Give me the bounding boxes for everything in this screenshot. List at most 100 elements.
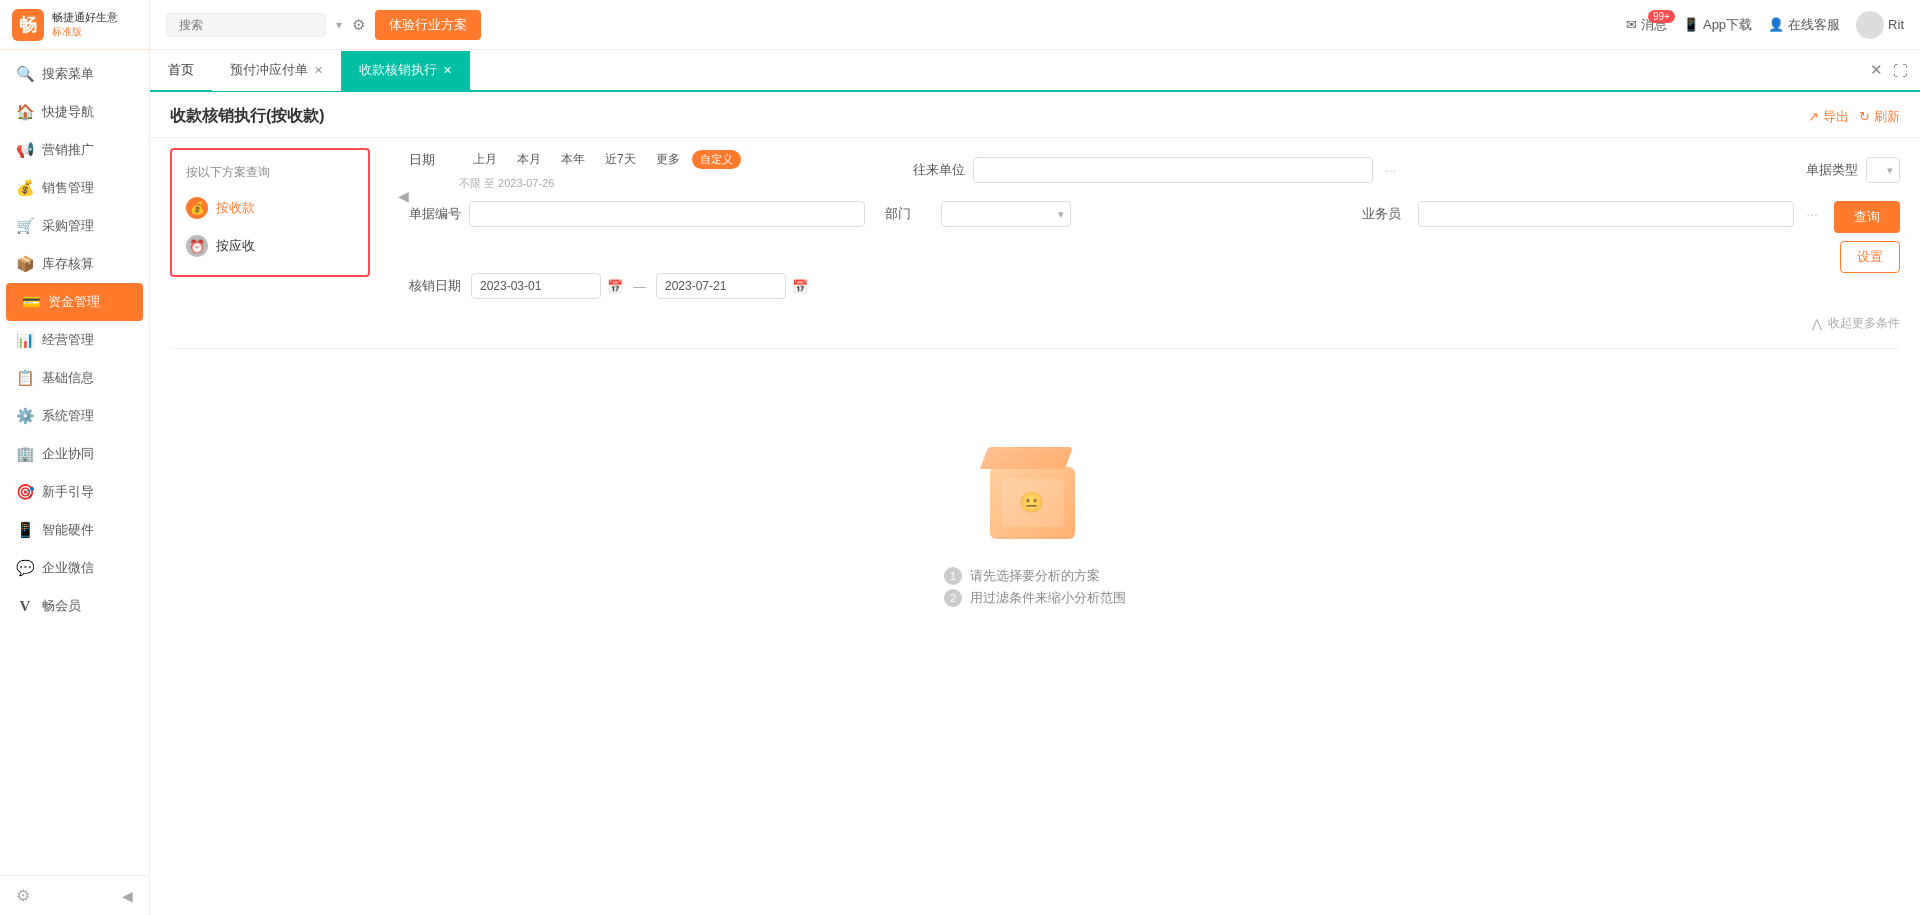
- settings-icon[interactable]: ⚙: [352, 16, 365, 34]
- close-icon[interactable]: ✕: [443, 64, 452, 77]
- sidebar-logo: 畅 畅捷通好生意 标准版: [0, 0, 149, 50]
- logo-title: 畅捷通好生意: [52, 10, 118, 25]
- tab-prepay[interactable]: 预付冲应付单 ✕: [212, 51, 341, 91]
- sidebar-item-inventory[interactable]: 📦 库存核算: [0, 245, 149, 283]
- member-icon: V: [16, 598, 34, 615]
- download-icon: 📱: [1683, 17, 1699, 32]
- counterparty-dots-icon[interactable]: ···: [1385, 162, 1397, 178]
- home-icon: 🏠: [16, 103, 34, 121]
- sidebar-item-wechat[interactable]: 💬 企业微信: [0, 549, 149, 587]
- page-title: 收款核销执行(按收款): [170, 106, 325, 127]
- filter-sidebar-title: 按以下方案查询: [172, 160, 368, 189]
- counterparty-input[interactable]: [973, 157, 1373, 183]
- empty-illustration: 😐: [970, 429, 1100, 539]
- collapse-sidebar-icon[interactable]: ◀: [122, 888, 133, 904]
- export-button[interactable]: ↗ 导出: [1808, 108, 1849, 126]
- sidebar-item-purchase[interactable]: 🛒 采购管理: [0, 207, 149, 245]
- verify-date-label: 核销日期: [409, 277, 461, 295]
- date-btn-this-year[interactable]: 本年: [553, 148, 593, 171]
- sidebar-item-search[interactable]: 🔍 搜索菜单: [0, 55, 149, 93]
- header-search-input[interactable]: [166, 13, 326, 37]
- salesperson-dots-icon[interactable]: ···: [1806, 206, 1818, 222]
- user-name: Rit: [1888, 17, 1904, 32]
- maximize-tab-button[interactable]: ⛶: [1893, 62, 1908, 79]
- sidebar-item-quick-nav[interactable]: 🏠 快捷导航: [0, 93, 149, 131]
- online-service-button[interactable]: 👤 在线客服: [1768, 16, 1840, 34]
- close-icon[interactable]: ✕: [314, 64, 323, 77]
- salesperson-input[interactable]: [1418, 201, 1795, 227]
- close-tab-button[interactable]: ✕: [1870, 61, 1883, 79]
- basic-icon: 📋: [16, 369, 34, 387]
- doc-number-input[interactable]: [469, 201, 865, 227]
- department-select[interactable]: [941, 201, 1071, 227]
- page-inner: 收款核销执行(按收款) ↗ 导出 ↻ 刷新 按以下方案: [150, 92, 1920, 915]
- sidebar-item-guide[interactable]: 🎯 新手引导: [0, 473, 149, 511]
- salesperson-label: 业务员: [1362, 205, 1410, 223]
- verify-start-input[interactable]: [471, 273, 601, 299]
- page-content: 收款核销执行(按收款) ↗ 导出 ↻ 刷新 按以下方案: [150, 92, 1920, 915]
- header-right: ✉ 消息 99+ 📱 App下载 👤 在线客服 Rit: [1626, 11, 1904, 39]
- refresh-button[interactable]: ↻ 刷新: [1859, 108, 1900, 126]
- box-face: 😐: [1006, 483, 1056, 521]
- filter-collapse-button[interactable]: ◀: [398, 188, 409, 204]
- app-download-button[interactable]: 📱 App下载: [1683, 16, 1752, 34]
- date-btn-more[interactable]: 更多: [648, 148, 688, 171]
- empty-state: 😐 1 请先选择要分析的方案 2 用过滤条件来缩小分析范围: [150, 349, 1920, 667]
- sidebar-item-label: 系统管理: [42, 407, 94, 425]
- logo-subtitle: 标准版: [52, 25, 118, 39]
- sidebar-item-hardware[interactable]: 📱 智能硬件: [0, 511, 149, 549]
- service-icon: 👤: [1768, 17, 1784, 32]
- sidebar-item-business[interactable]: 📊 经营管理: [0, 321, 149, 359]
- hardware-icon: 📱: [16, 521, 34, 539]
- doc-type-label: 单据类型: [1806, 161, 1858, 179]
- date-btn-last-month[interactable]: 上月: [465, 148, 505, 171]
- date-label: 日期: [409, 151, 457, 169]
- sidebar-item-basic-info[interactable]: 📋 基础信息: [0, 359, 149, 397]
- filter-option-by-collection[interactable]: 💰 按收款: [172, 189, 368, 227]
- empty-line-2: 2 用过滤条件来缩小分析范围: [944, 589, 1126, 607]
- sidebar-item-finance[interactable]: 💳 资金管理: [6, 283, 143, 321]
- page-header: 收款核销执行(按收款) ↗ 导出 ↻ 刷新: [150, 92, 1920, 138]
- user-profile[interactable]: Rit: [1856, 11, 1904, 39]
- purchase-icon: 🛒: [16, 217, 34, 235]
- sidebar-item-label: 搜索菜单: [42, 65, 94, 83]
- tab-home-label: 首页: [168, 61, 194, 79]
- collapse-label: 收起更多条件: [1828, 315, 1900, 332]
- department-select-wrapper: [941, 201, 1071, 227]
- query-button[interactable]: 查询: [1834, 201, 1900, 233]
- sidebar-item-label: 营销推广: [42, 141, 94, 159]
- sidebar-menu: 🔍 搜索菜单 🏠 快捷导航 📢 营销推广 💰 销售管理 🛒 采购管理 📦 库存核…: [0, 50, 149, 875]
- notification-button[interactable]: ✉ 消息 99+: [1626, 16, 1667, 34]
- settings-button[interactable]: 设置: [1840, 241, 1900, 273]
- doc-number-field: 单据编号: [409, 201, 865, 227]
- refresh-icon: ↻: [1859, 109, 1870, 124]
- sidebar-item-sales[interactable]: 💰 销售管理: [0, 169, 149, 207]
- date-btn-custom[interactable]: 自定义: [692, 150, 741, 169]
- sidebar-item-marketing[interactable]: 📢 营销推广: [0, 131, 149, 169]
- department-label: 部门: [885, 205, 933, 223]
- sales-icon: 💰: [16, 179, 34, 197]
- filter-area: 按以下方案查询 💰 按收款 ⏰ 按应收 ◀: [150, 138, 1920, 348]
- tab-collection[interactable]: 收款核销执行 ✕: [341, 51, 470, 91]
- tab-bar-actions: ✕ ⛶: [1870, 61, 1920, 79]
- verify-end-input[interactable]: [656, 273, 786, 299]
- industry-solution-button[interactable]: 体验行业方案: [375, 10, 481, 40]
- sidebar-item-system[interactable]: ⚙️ 系统管理: [0, 397, 149, 435]
- calendar-start-icon[interactable]: 📅: [607, 279, 623, 294]
- sidebar-item-label: 基础信息: [42, 369, 94, 387]
- step-2-number: 2: [944, 589, 962, 607]
- query-settings-col: 查询 设置: [1834, 201, 1900, 273]
- doc-type-select[interactable]: [1866, 157, 1900, 183]
- date-btn-7days[interactable]: 近7天: [597, 148, 644, 171]
- date-btn-this-month[interactable]: 本月: [509, 148, 549, 171]
- sidebar-item-enterprise[interactable]: 🏢 企业协同: [0, 435, 149, 473]
- settings-footer-icon[interactable]: ⚙: [16, 886, 30, 905]
- collapse-more-button[interactable]: ⋀ 收起更多条件: [409, 309, 1900, 338]
- calendar-end-icon[interactable]: 📅: [792, 279, 808, 294]
- tab-home[interactable]: 首页: [150, 51, 212, 91]
- sidebar-item-member[interactable]: V 畅会员: [0, 587, 149, 625]
- sidebar-item-label: 库存核算: [42, 255, 94, 273]
- sidebar-item-label: 快捷导航: [42, 103, 94, 121]
- filter-option-by-receivable[interactable]: ⏰ 按应收: [172, 227, 368, 265]
- receivable-filter-icon: ⏰: [186, 235, 208, 257]
